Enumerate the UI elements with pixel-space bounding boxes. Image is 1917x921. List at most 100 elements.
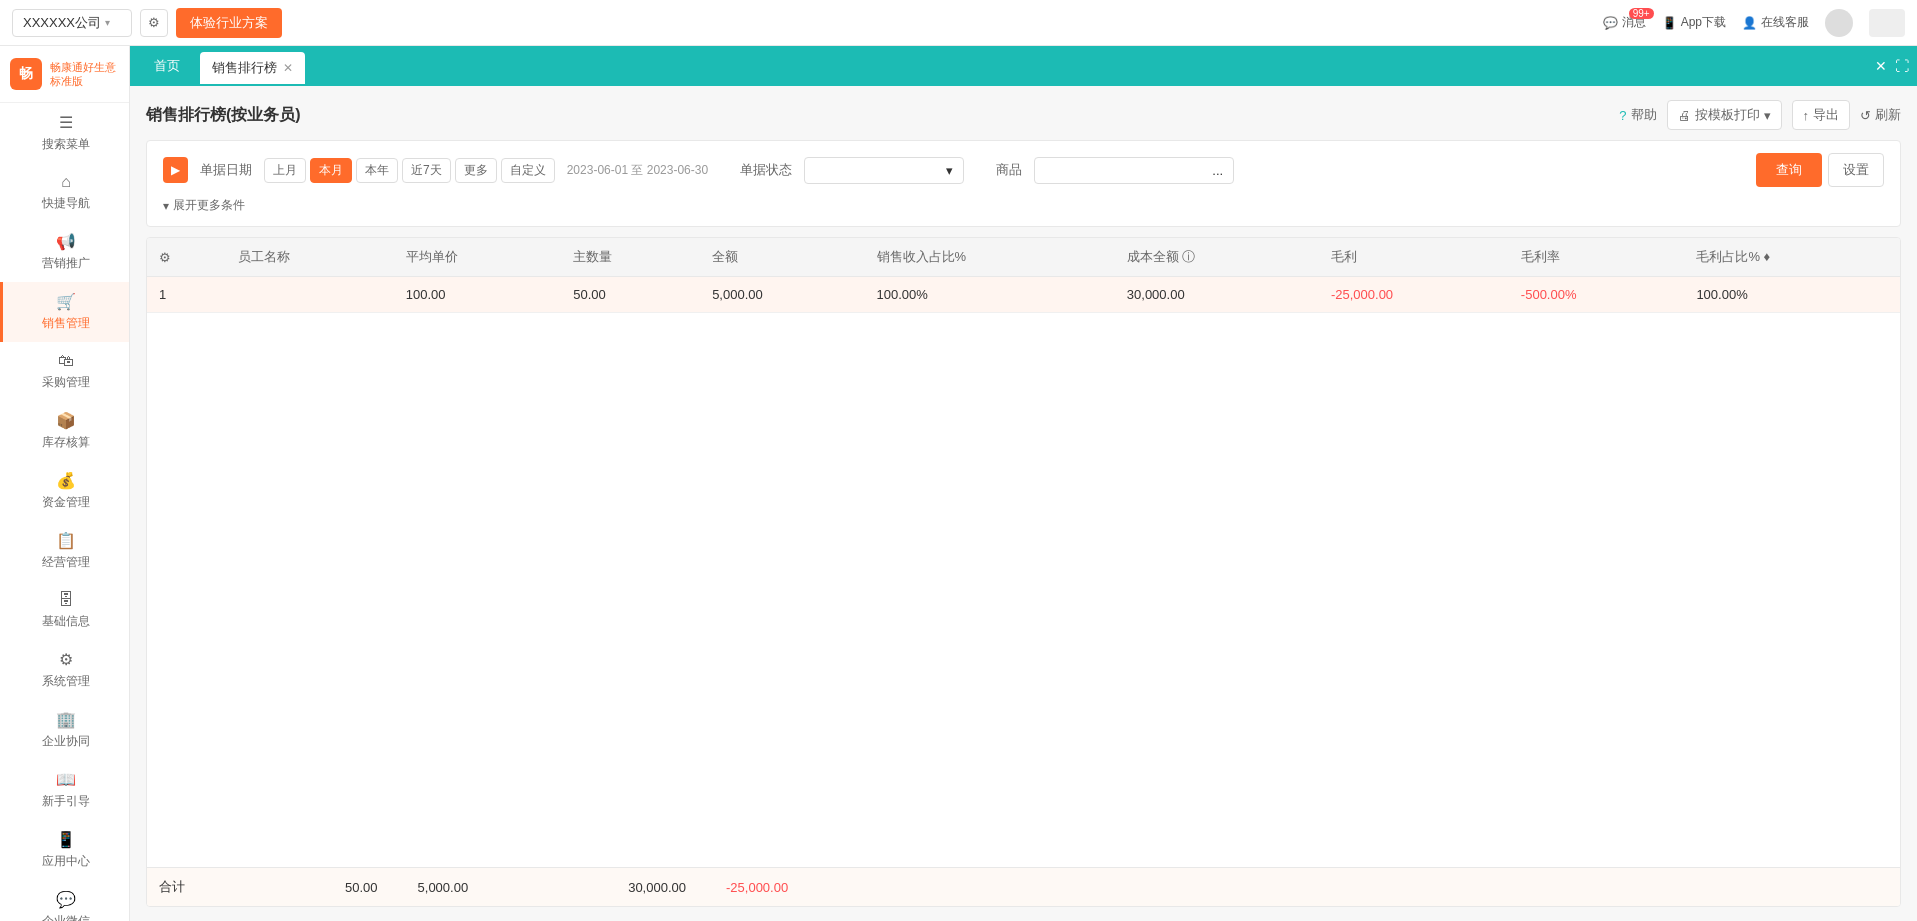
- sidebar-item-finance[interactable]: 💰 资金管理: [0, 461, 129, 521]
- top-right-area: 💬 消息 99+ 📱 App下载 👤 在线客服: [1603, 9, 1905, 37]
- help-button[interactable]: ? 帮助: [1619, 106, 1656, 124]
- trial-button[interactable]: 体验行业方案: [176, 8, 282, 38]
- tab-sales-ranking[interactable]: 销售排行榜 ✕: [200, 52, 305, 84]
- user-name-area[interactable]: [1869, 9, 1905, 37]
- message-icon: 💬: [1603, 16, 1618, 30]
- table-row: 1 100.00 50.00 5,000.00 100.00% 30,000.0…: [147, 277, 1900, 313]
- user-avatar[interactable]: [1825, 9, 1853, 37]
- main-layout: 畅 畅康通好生意标准版 ☰ 搜索菜单 ⌂ 快捷导航 📢 营销推广 🛒 销售管理 …: [0, 46, 1917, 921]
- sidebar-item-label: 新手引导: [42, 793, 90, 810]
- header-actions: ? 帮助 🖨 按模板打印 ▾ ↑ 导出 ↺ 刷新: [1619, 100, 1901, 130]
- status-filter-label: 单据状态: [740, 161, 792, 179]
- date-btn-last-month[interactable]: 上月: [264, 158, 306, 183]
- date-btn-this-year[interactable]: 本年: [356, 158, 398, 183]
- sidebar-item-label: 采购管理: [42, 374, 90, 391]
- apps-icon: 📱: [56, 830, 76, 849]
- sidebar-item-label: 销售管理: [42, 315, 90, 332]
- status-select[interactable]: ▾: [804, 157, 964, 184]
- sidebar-item-label: 资金管理: [42, 494, 90, 511]
- sidebar-item-label: 库存核算: [42, 434, 90, 451]
- date-range: 2023-06-01 至 2023-06-30: [567, 162, 708, 179]
- sidebar-item-search[interactable]: ☰ 搜索菜单: [0, 103, 129, 163]
- date-btn-custom[interactable]: 自定义: [501, 158, 555, 183]
- col-cost: 成本全额 ⓘ: [1115, 238, 1319, 277]
- col-avg-price: 平均单价: [394, 238, 561, 277]
- sidebar-item-enterprise[interactable]: 🏢 企业协同: [0, 700, 129, 760]
- print-chevron-icon: ▾: [1764, 108, 1771, 123]
- home-tab-label: 首页: [154, 57, 180, 75]
- filter-area: ▶ 单据日期 上月 本月 本年 近7天 更多 自定义 2023-06-01 至 …: [146, 140, 1901, 227]
- online-service-button[interactable]: 👤 在线客服: [1742, 14, 1809, 31]
- topbar-settings-button[interactable]: ⚙: [140, 9, 168, 37]
- expand-more-label: 展开更多条件: [173, 197, 245, 214]
- col-profit: 毛利: [1319, 238, 1509, 277]
- col-amount: 全额: [700, 238, 864, 277]
- sidebar-item-label: 快捷导航: [42, 195, 90, 212]
- settings-button[interactable]: 设置: [1828, 153, 1884, 187]
- sidebar-item-inventory[interactable]: 📦 库存核算: [0, 401, 129, 461]
- marketing-icon: 📢: [56, 232, 76, 251]
- expand-more-button[interactable]: ▾ 展开更多条件: [163, 197, 1884, 214]
- date-btn-this-month[interactable]: 本月: [310, 158, 352, 183]
- sidebar-item-label: 基础信息: [42, 613, 90, 630]
- footer-cost: 30,000.00: [628, 880, 686, 895]
- window-close-icon[interactable]: ✕: [1875, 58, 1887, 74]
- cell-profit-rate: -500.00%: [1509, 277, 1685, 313]
- sidebar-item-label: 经营管理: [42, 554, 90, 571]
- operations-icon: 📋: [56, 531, 76, 550]
- sidebar-item-shortcuts[interactable]: ⌂ 快捷导航: [0, 163, 129, 222]
- app-download-button[interactable]: 📱 App下载: [1662, 14, 1726, 31]
- sidebar-item-label: 搜索菜单: [42, 136, 90, 153]
- message-badge: 99+: [1629, 8, 1654, 19]
- cell-avg-price: 100.00: [394, 277, 561, 313]
- app-download-label: App下载: [1681, 14, 1726, 31]
- sidebar-item-sales[interactable]: 🛒 销售管理: [0, 282, 129, 342]
- goods-filter-label: 商品: [996, 161, 1022, 179]
- col-settings[interactable]: ⚙: [147, 238, 226, 277]
- sidebar-item-guide[interactable]: 📖 新手引导: [0, 760, 129, 820]
- query-button[interactable]: 查询: [1756, 153, 1822, 187]
- basic-icon: 🗄: [58, 591, 74, 609]
- col-name: 员工名称: [226, 238, 393, 277]
- sidebar-item-wechat[interactable]: 💬 企业微信: [0, 880, 129, 921]
- cell-rank: 1: [147, 277, 226, 313]
- filter-actions: 查询 设置: [1756, 153, 1884, 187]
- help-label: 帮助: [1631, 106, 1657, 124]
- online-service-label: 在线客服: [1761, 14, 1809, 31]
- sidebar-item-marketing[interactable]: 📢 营销推广: [0, 222, 129, 282]
- goods-select[interactable]: ...: [1034, 157, 1234, 184]
- date-btn-7days[interactable]: 近7天: [402, 158, 451, 183]
- print-label: 按模板打印: [1695, 106, 1760, 124]
- export-button[interactable]: ↑ 导出: [1792, 100, 1851, 130]
- table-container: ⚙ 员工名称 平均单价 主数量 全额 销售收入占比% 成本全额 ⓘ 毛利 毛利率…: [146, 237, 1901, 907]
- chevron-down-icon: ▾: [105, 17, 110, 28]
- cell-cost: 30,000.00: [1115, 277, 1319, 313]
- export-label: 导出: [1813, 106, 1839, 124]
- table-empty-area: [147, 313, 1900, 867]
- top-bar: XXXXXX公司 ▾ ⚙ 体验行业方案 💬 消息 99+ 📱 App下载 👤 在…: [0, 0, 1917, 46]
- message-button[interactable]: 💬 消息 99+: [1603, 14, 1646, 31]
- col-qty: 主数量: [561, 238, 700, 277]
- sidebar-item-label: 企业协同: [42, 733, 90, 750]
- page-header: 销售排行榜(按业务员) ? 帮助 🖨 按模板打印 ▾ ↑ 导出: [146, 100, 1901, 130]
- filter-expand-arrow[interactable]: ▶: [163, 157, 188, 183]
- company-selector[interactable]: XXXXXX公司 ▾: [12, 9, 132, 37]
- filter-row-1: ▶ 单据日期 上月 本月 本年 近7天 更多 自定义 2023-06-01 至 …: [163, 153, 1884, 187]
- window-expand-icon[interactable]: ⛶: [1895, 58, 1909, 74]
- cell-sales-pct: 100.00%: [865, 277, 1115, 313]
- table-header: ⚙ 员工名称 平均单价 主数量 全额 销售收入占比% 成本全额 ⓘ 毛利 毛利率…: [147, 238, 1900, 277]
- print-icon: 🖨: [1678, 108, 1691, 123]
- tab-home[interactable]: 首页: [138, 46, 196, 86]
- tab-close-icon[interactable]: ✕: [283, 61, 293, 75]
- col-profit-rate: 毛利率: [1509, 238, 1685, 277]
- sidebar-item-apps[interactable]: 📱 应用中心: [0, 820, 129, 880]
- date-btn-more[interactable]: 更多: [455, 158, 497, 183]
- company-name: XXXXXX公司: [23, 14, 101, 32]
- sidebar-item-basic[interactable]: 🗄 基础信息: [0, 581, 129, 640]
- sidebar-item-operations[interactable]: 📋 经营管理: [0, 521, 129, 581]
- sidebar-item-system[interactable]: ⚙ 系统管理: [0, 640, 129, 700]
- sidebar-item-purchase[interactable]: 🛍 采购管理: [0, 342, 129, 401]
- print-button[interactable]: 🖨 按模板打印 ▾: [1667, 100, 1782, 130]
- sidebar-logo: 畅 畅康通好生意标准版: [0, 46, 129, 103]
- refresh-button[interactable]: ↺ 刷新: [1860, 106, 1901, 124]
